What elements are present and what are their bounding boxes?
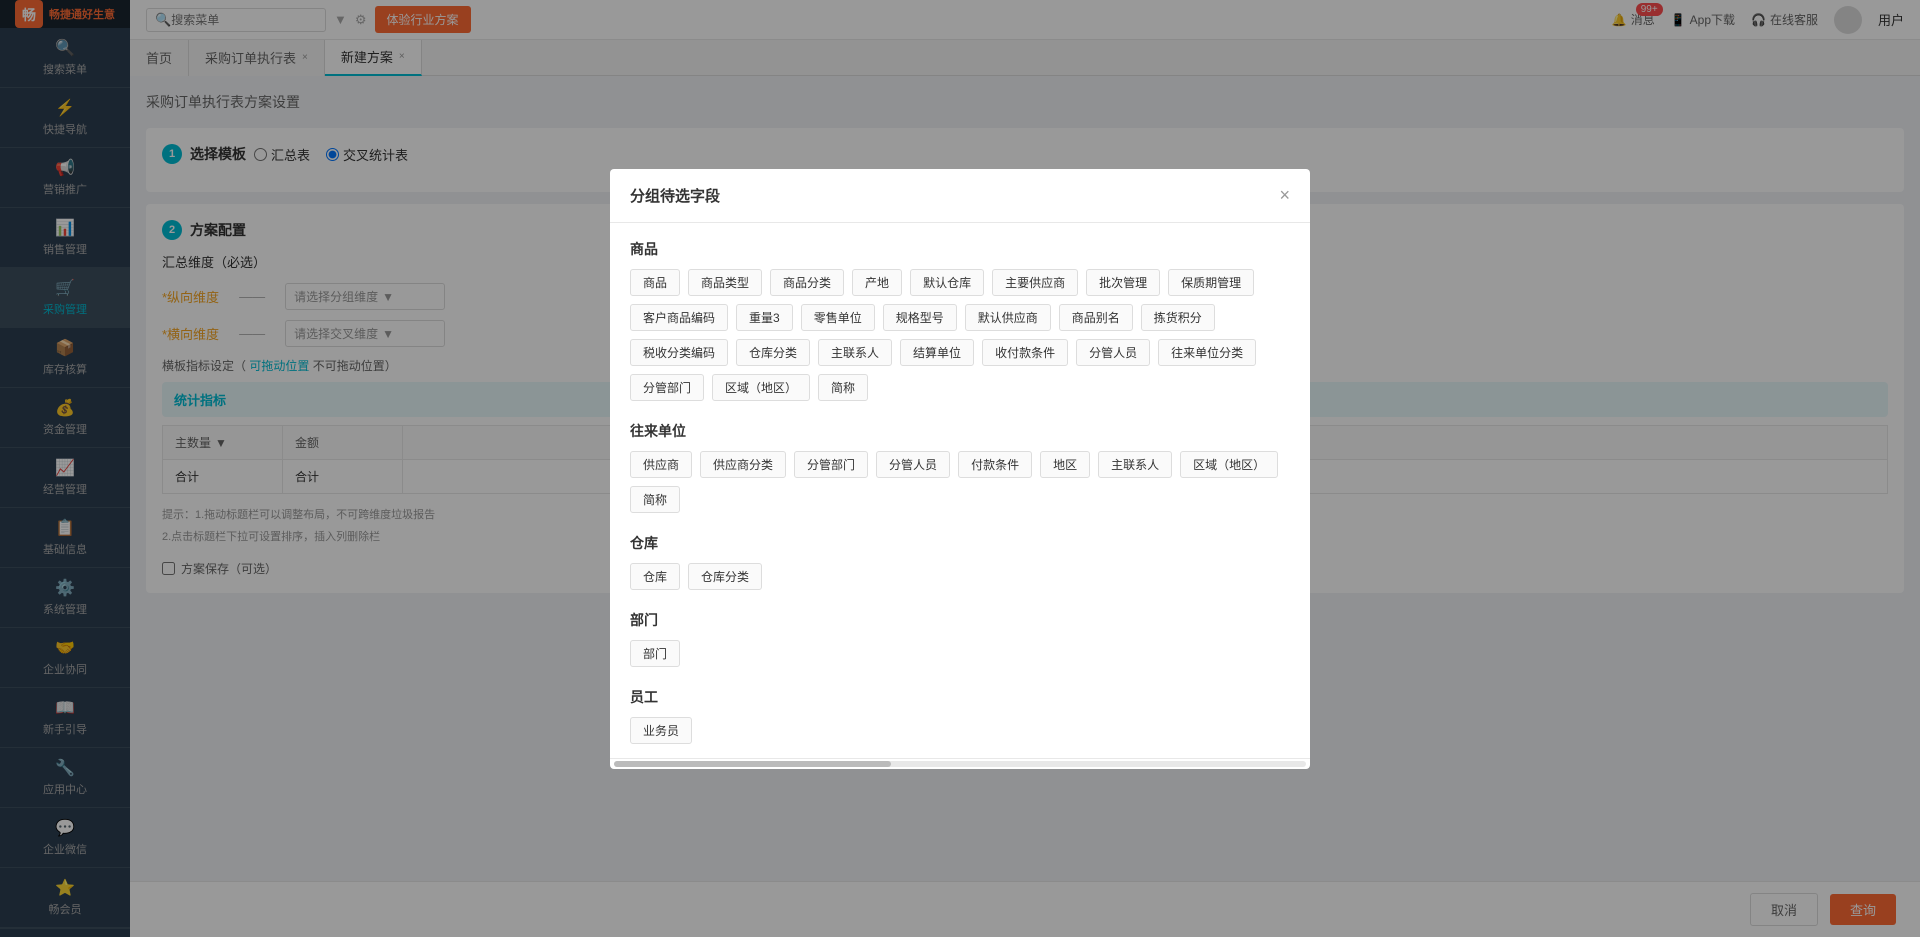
field-tag-0-17[interactable]: 主联系人 <box>818 339 892 366</box>
field-tag-0-23[interactable]: 区域（地区） <box>712 374 810 401</box>
field-tag-0-6[interactable]: 批次管理 <box>1086 269 1160 296</box>
field-tag-0-3[interactable]: 产地 <box>852 269 902 296</box>
field-tag-2-0[interactable]: 仓库 <box>630 563 680 590</box>
field-group-title-2: 仓库 <box>630 533 1290 553</box>
field-tag-0-0[interactable]: 商品 <box>630 269 680 296</box>
field-tag-0-16[interactable]: 仓库分类 <box>736 339 810 366</box>
field-tag-1-2[interactable]: 分管部门 <box>794 451 868 478</box>
field-tag-1-3[interactable]: 分管人员 <box>876 451 950 478</box>
field-tags-0: 商品商品类型商品分类产地默认仓库主要供应商批次管理保质期管理客户商品编码重量3 零… <box>630 269 1290 401</box>
field-tag-1-0[interactable]: 供应商 <box>630 451 692 478</box>
field-group-4: 员工业务员 <box>630 687 1290 744</box>
field-tag-0-22[interactable]: 分管部门 <box>630 374 704 401</box>
field-group-title-4: 员工 <box>630 687 1290 707</box>
field-tag-0-19[interactable]: 收付款条件 <box>982 339 1068 366</box>
field-tag-0-11[interactable]: 规格型号 <box>883 304 957 331</box>
field-tags-2: 仓库仓库分类 <box>630 563 1290 590</box>
field-tag-0-4[interactable]: 默认仓库 <box>910 269 984 296</box>
hscroll-thumb <box>614 761 891 767</box>
field-group-3: 部门部门 <box>630 610 1290 667</box>
modal-hscroll <box>610 758 1310 768</box>
field-tag-0-10[interactable]: 零售单位 <box>801 304 875 331</box>
field-tag-0-15[interactable]: 税收分类编码 <box>630 339 728 366</box>
field-tag-3-0[interactable]: 部门 <box>630 640 680 667</box>
modal-close-button[interactable]: × <box>1279 185 1290 206</box>
field-tag-1-1[interactable]: 供应商分类 <box>700 451 786 478</box>
field-tag-1-6[interactable]: 主联系人 <box>1098 451 1172 478</box>
field-tag-0-21[interactable]: 往来单位分类 <box>1158 339 1256 366</box>
hscroll-track <box>614 761 1306 767</box>
field-select-modal: 分组待选字段 × 商品商品商品类型商品分类产地默认仓库主要供应商批次管理保质期管… <box>610 169 1310 769</box>
field-tag-0-12[interactable]: 默认供应商 <box>965 304 1051 331</box>
modal-header: 分组待选字段 × <box>610 169 1310 223</box>
field-tag-0-24[interactable]: 简称 <box>818 374 868 401</box>
modal-overlay: 分组待选字段 × 商品商品商品类型商品分类产地默认仓库主要供应商批次管理保质期管… <box>0 0 1920 937</box>
field-group-title-0: 商品 <box>630 239 1290 259</box>
field-tag-0-1[interactable]: 商品类型 <box>688 269 762 296</box>
field-tags-3: 部门 <box>630 640 1290 667</box>
field-tag-0-9[interactable]: 重量3 <box>736 304 793 331</box>
field-tag-0-14[interactable]: 拣货积分 <box>1141 304 1215 331</box>
field-tag-0-8[interactable]: 客户商品编码 <box>630 304 728 331</box>
field-tags-4: 业务员 <box>630 717 1290 744</box>
field-tag-0-18[interactable]: 结算单位 <box>900 339 974 366</box>
field-tag-1-7[interactable]: 区域（地区） <box>1180 451 1278 478</box>
field-tag-1-4[interactable]: 付款条件 <box>958 451 1032 478</box>
field-tag-2-1[interactable]: 仓库分类 <box>688 563 762 590</box>
field-tag-4-0[interactable]: 业务员 <box>630 717 692 744</box>
field-tag-0-7[interactable]: 保质期管理 <box>1168 269 1254 296</box>
modal-body: 商品商品商品类型商品分类产地默认仓库主要供应商批次管理保质期管理客户商品编码重量… <box>610 223 1310 759</box>
field-group-1: 往来单位供应商供应商分类分管部门分管人员付款条件地区主联系人区域（地区） 简称 <box>630 421 1290 513</box>
field-tag-1-5[interactable]: 地区 <box>1040 451 1090 478</box>
field-tags-1: 供应商供应商分类分管部门分管人员付款条件地区主联系人区域（地区） 简称 <box>630 451 1290 513</box>
field-group-2: 仓库仓库仓库分类 <box>630 533 1290 590</box>
modal-title: 分组待选字段 <box>630 185 720 206</box>
field-tag-1-8[interactable]: 简称 <box>630 486 680 513</box>
field-tag-0-13[interactable]: 商品别名 <box>1059 304 1133 331</box>
field-group-0: 商品商品商品类型商品分类产地默认仓库主要供应商批次管理保质期管理客户商品编码重量… <box>630 239 1290 401</box>
field-tag-0-5[interactable]: 主要供应商 <box>992 269 1078 296</box>
field-group-title-1: 往来单位 <box>630 421 1290 441</box>
field-tag-0-20[interactable]: 分管人员 <box>1076 339 1150 366</box>
field-group-title-3: 部门 <box>630 610 1290 630</box>
field-tag-0-2[interactable]: 商品分类 <box>770 269 844 296</box>
